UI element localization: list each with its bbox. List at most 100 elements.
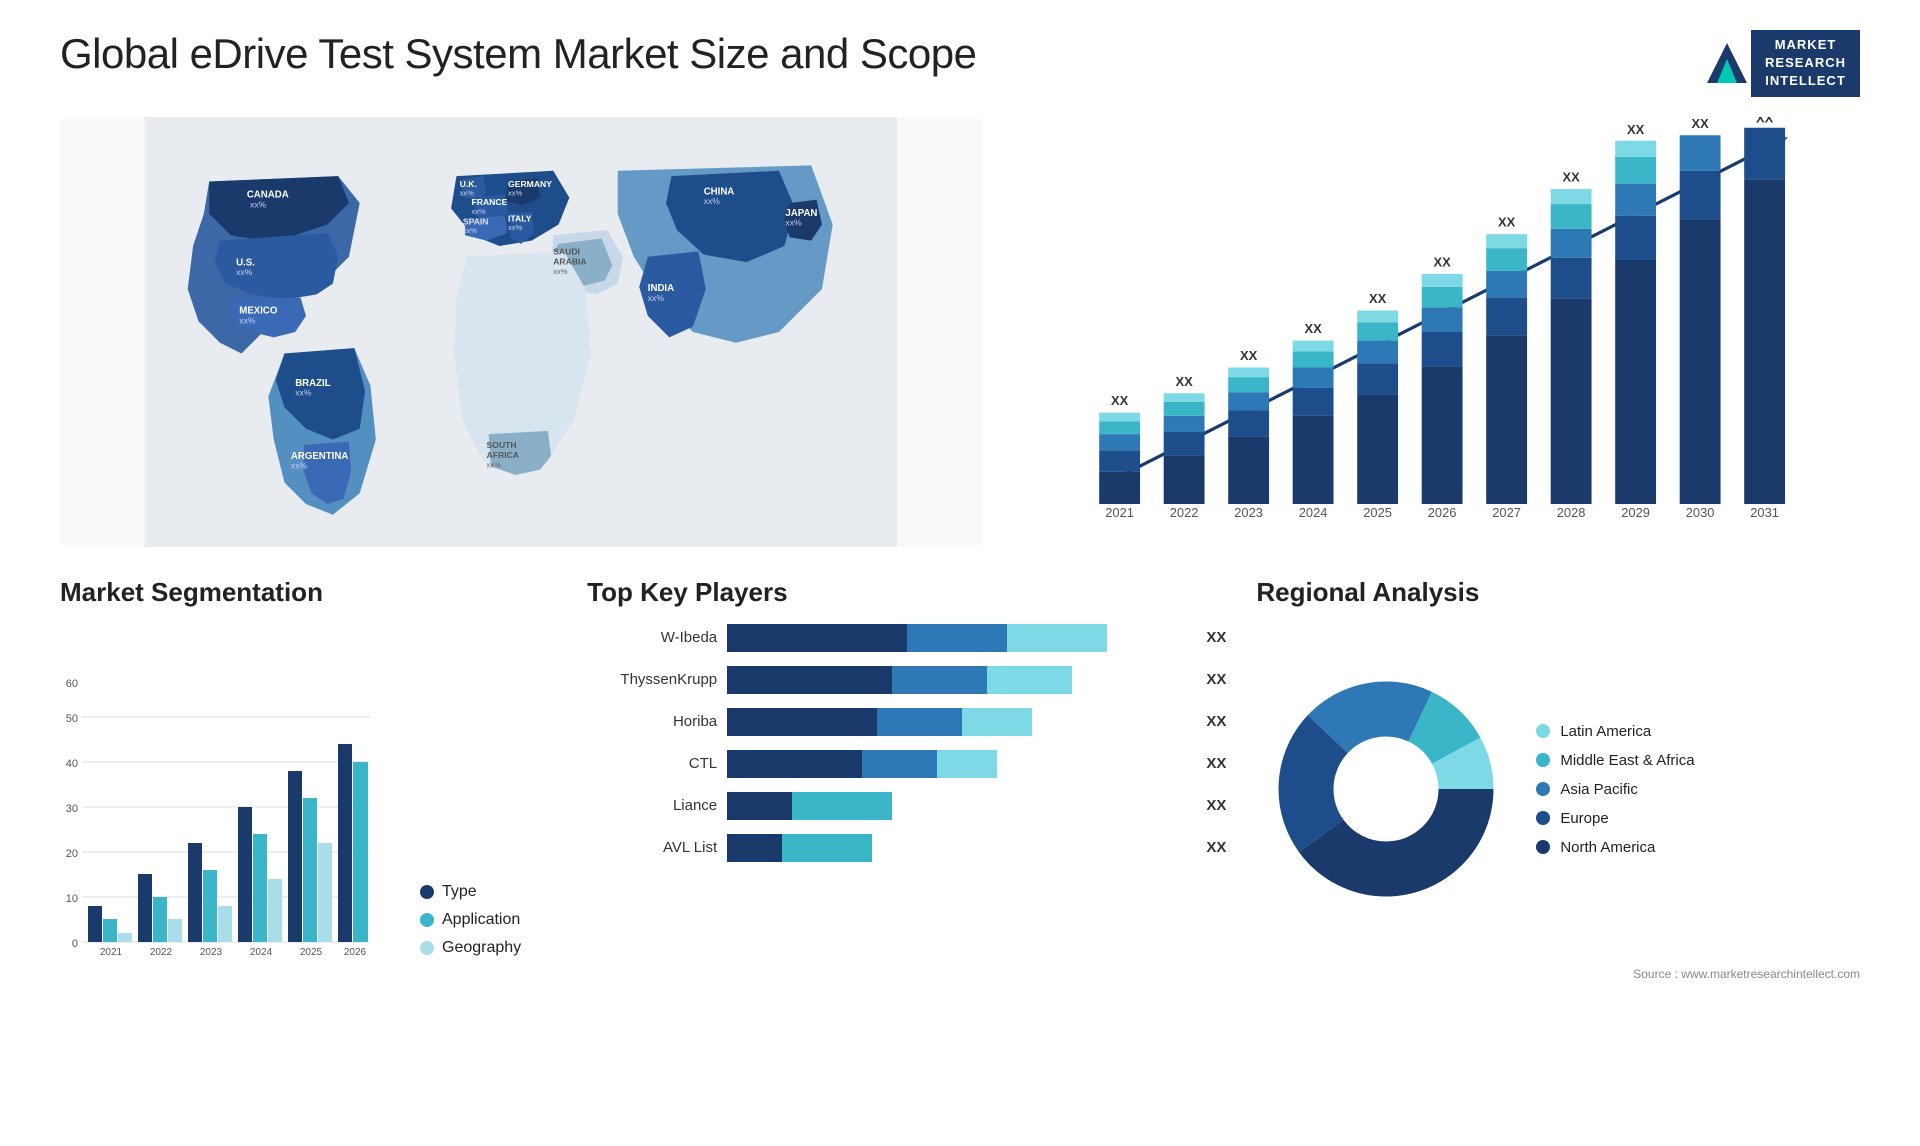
player-bar-svg: [727, 706, 1147, 738]
svg-text:2025: 2025: [1363, 504, 1392, 519]
svg-text:U.K.: U.K.: [460, 178, 477, 188]
player-bar-svg: [727, 664, 1147, 696]
regional-legend: Latin America Middle East & Africa Asia …: [1536, 723, 1694, 856]
legend-north-america: North America: [1536, 839, 1694, 856]
player-name: ThyssenKrupp: [587, 671, 717, 688]
svg-text:xx%: xx%: [463, 226, 478, 235]
legend-europe: Europe: [1536, 810, 1694, 827]
legend-dot-mea: [1536, 753, 1550, 767]
player-value: XX: [1206, 629, 1226, 646]
player-row-ctl: CTL XX: [587, 748, 1226, 780]
player-bar: [727, 832, 1190, 864]
svg-text:xx%: xx%: [785, 217, 802, 227]
legend-dot-application: [420, 913, 434, 927]
player-row-horiba: Horiba XX: [587, 706, 1226, 738]
source-text: Source : www.marketresearchintellect.com: [60, 967, 1860, 981]
player-value: XX: [1206, 755, 1226, 772]
legend-type: Type: [420, 883, 540, 901]
logo: MARKET RESEARCH INTELLECT: [1703, 30, 1860, 97]
player-name: Horiba: [587, 713, 717, 730]
map-svg: CANADA xx% U.S. xx% MEXICO xx% BRAZIL xx…: [60, 117, 982, 547]
svg-text:XX: XX: [1240, 348, 1258, 363]
svg-text:2023: 2023: [200, 947, 223, 957]
svg-text:XX: XX: [1304, 321, 1322, 336]
legend-label-na: North America: [1560, 839, 1655, 856]
player-value: XX: [1206, 713, 1226, 730]
legend-geography: Geography: [420, 939, 540, 957]
player-bar-svg: [727, 832, 1147, 864]
svg-text:20: 20: [66, 848, 78, 860]
legend-latin-america: Latin America: [1536, 723, 1694, 740]
segmentation-title: Market Segmentation: [60, 577, 557, 608]
regional-content: Latin America Middle East & Africa Asia …: [1256, 622, 1860, 957]
svg-text:xx%: xx%: [295, 387, 312, 397]
svg-text:2029: 2029: [1621, 504, 1650, 519]
svg-text:10: 10: [66, 893, 78, 905]
donut-svg: [1256, 659, 1516, 919]
player-list: W-Ibeda XX: [587, 622, 1226, 874]
svg-text:xx%: xx%: [460, 188, 475, 197]
legend-dot-geography: [420, 941, 434, 955]
player-row-wibeda: W-Ibeda XX: [587, 622, 1226, 654]
svg-text:2024: 2024: [250, 947, 273, 957]
svg-text:2021: 2021: [100, 947, 123, 957]
svg-text:ARABIA: ARABIA: [553, 256, 586, 266]
page-title: Global eDrive Test System Market Size an…: [60, 30, 976, 78]
legend-label-latin: Latin America: [1560, 723, 1651, 740]
svg-text:FRANCE: FRANCE: [472, 197, 508, 207]
svg-text:SOUTH: SOUTH: [487, 440, 517, 450]
player-bar-svg: [727, 748, 1147, 780]
svg-text:xx%: xx%: [236, 267, 253, 277]
svg-text:2031: 2031: [1750, 504, 1779, 519]
player-value: XX: [1206, 671, 1226, 688]
svg-text:GERMANY: GERMANY: [508, 178, 552, 188]
donut-chart: [1256, 659, 1516, 919]
legend-label-application: Application: [442, 911, 520, 929]
legend-dot-type: [420, 885, 434, 899]
svg-text:30: 30: [66, 803, 78, 815]
svg-text:2028: 2028: [1557, 504, 1586, 519]
top-section: CANADA xx% U.S. xx% MEXICO xx% BRAZIL xx…: [60, 117, 1860, 547]
legend-application: Application: [420, 911, 540, 929]
legend-label-geography: Geography: [442, 939, 521, 957]
player-bar: [727, 748, 1190, 780]
svg-text:xx%: xx%: [508, 188, 523, 197]
svg-text:AFRICA: AFRICA: [487, 449, 519, 459]
svg-text:XX: XX: [1562, 169, 1580, 184]
player-value: XX: [1206, 797, 1226, 814]
player-row-liance: Liance XX: [587, 790, 1226, 822]
players-title: Top Key Players: [587, 577, 1226, 608]
bar-chart-area: XX 2021 XX 2022 XX 2023: [1022, 117, 1860, 547]
svg-text:xx%: xx%: [291, 460, 308, 470]
svg-text:XX: XX: [1175, 373, 1193, 388]
legend-dot-asia: [1536, 782, 1550, 796]
svg-text:xx%: xx%: [239, 315, 256, 325]
svg-text:xx%: xx%: [508, 222, 523, 231]
svg-text:2021: 2021: [1105, 504, 1134, 519]
players-area: Top Key Players W-Ibeda: [587, 577, 1226, 957]
svg-text:xx%: xx%: [487, 460, 502, 469]
svg-text:xx%: xx%: [704, 196, 721, 206]
logo-icon: [1703, 39, 1751, 87]
player-bar: [727, 706, 1190, 738]
legend-asia-pacific: Asia Pacific: [1536, 781, 1694, 798]
player-name: CTL: [587, 755, 717, 772]
bar-chart-svg: XX 2021 XX 2022 XX 2023: [1022, 117, 1860, 547]
svg-text:2025: 2025: [300, 947, 323, 957]
svg-text:XX: XX: [1691, 117, 1709, 131]
logo-text: MARKET RESEARCH INTELLECT: [1751, 30, 1860, 97]
legend-label-europe: Europe: [1560, 810, 1608, 827]
svg-text:2022: 2022: [1170, 504, 1199, 519]
header: Global eDrive Test System Market Size an…: [60, 30, 1860, 97]
svg-text:XX: XX: [1111, 393, 1129, 408]
legend-label-type: Type: [442, 883, 477, 901]
legend-dot-na: [1536, 840, 1550, 854]
legend-dot-europe: [1536, 811, 1550, 825]
legend-dot-latin: [1536, 724, 1550, 738]
svg-text:XX: XX: [1756, 117, 1774, 125]
legend-mea: Middle East & Africa: [1536, 752, 1694, 769]
svg-text:XX: XX: [1369, 291, 1387, 306]
svg-text:SAUDI: SAUDI: [553, 246, 580, 256]
svg-text:xx%: xx%: [472, 206, 487, 215]
svg-text:2023: 2023: [1234, 504, 1263, 519]
